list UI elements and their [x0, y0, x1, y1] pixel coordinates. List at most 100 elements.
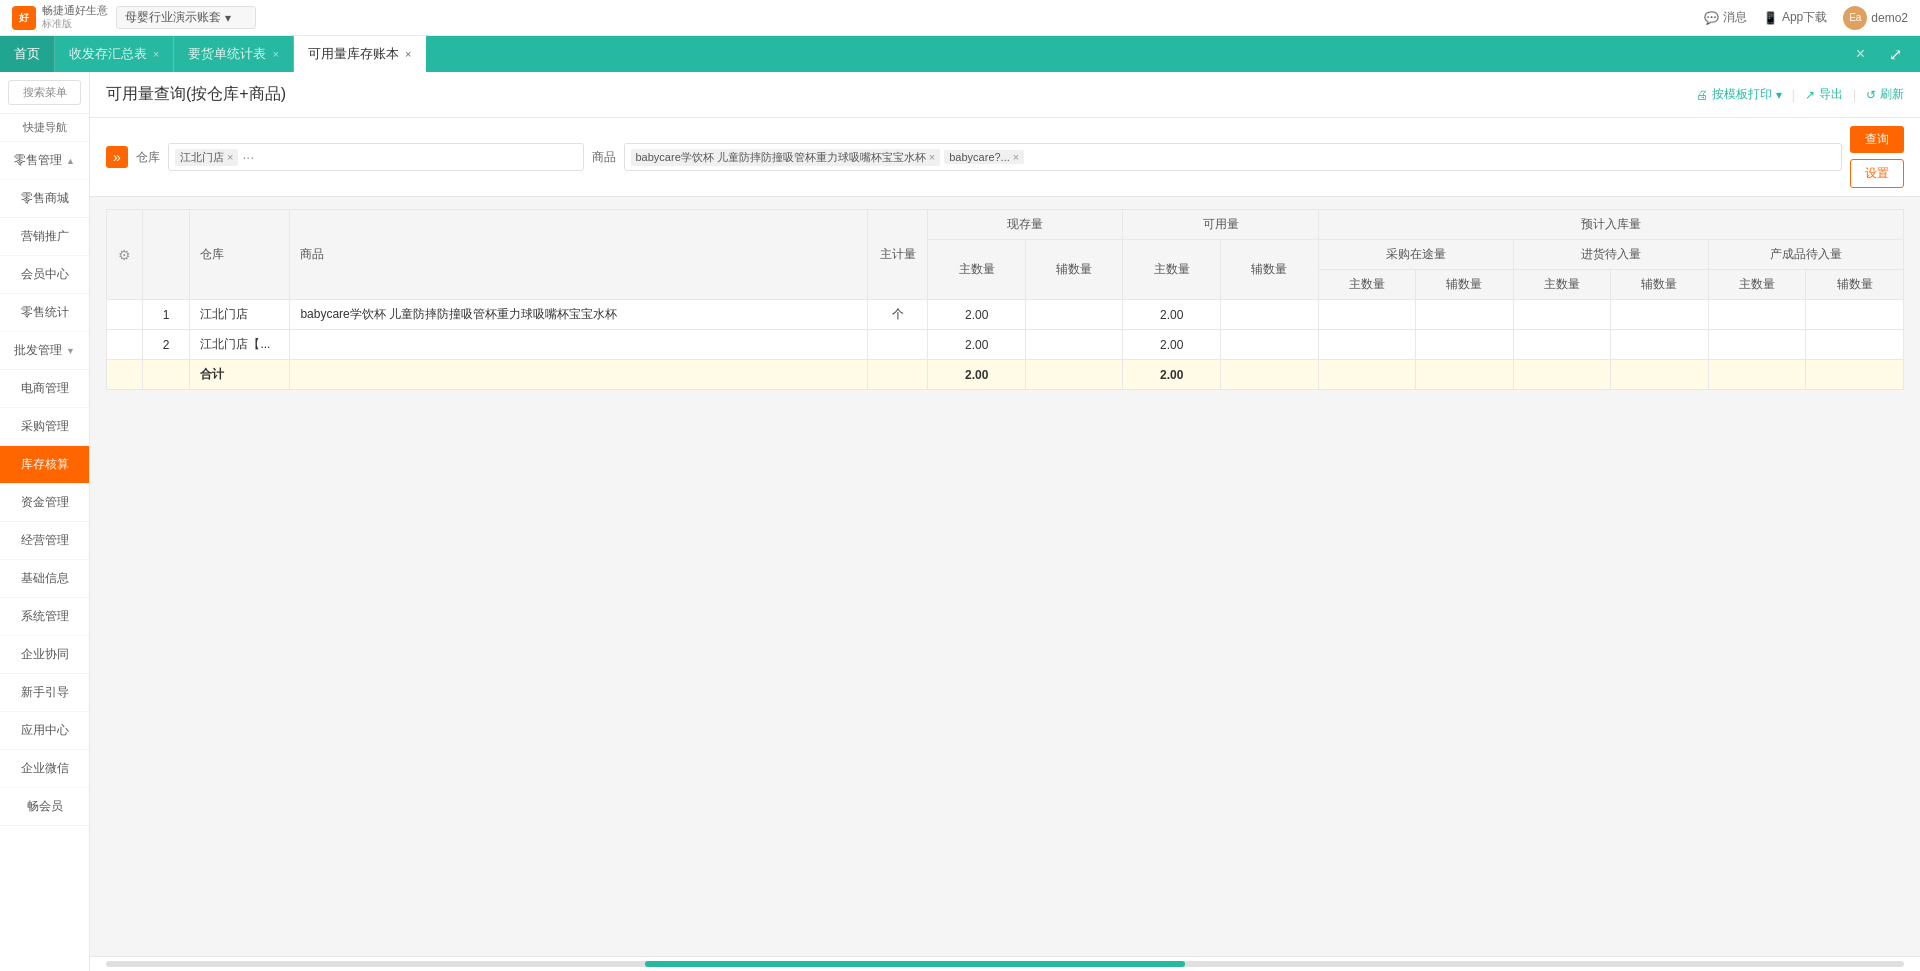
sidebar-item-finance-mgmt[interactable]: 资金管理 [0, 484, 89, 522]
expand-nav-btn[interactable]: ⤢ [1879, 45, 1912, 64]
sidebar-quick-nav[interactable]: 快捷导航 [0, 114, 89, 142]
message-btn[interactable]: 💬 消息 [1704, 9, 1747, 26]
refresh-btn[interactable]: ↺ 刷新 [1866, 86, 1904, 103]
horizontal-scrollbar[interactable] [106, 961, 1904, 967]
row2-purchase-aux [1416, 330, 1514, 360]
row1-current-aux [1025, 300, 1123, 330]
settings-icon[interactable]: ⚙ [118, 247, 131, 263]
sidebar-item-marketing[interactable]: 营销推广 [0, 218, 89, 256]
sidebar-item-vip-member[interactable]: 畅会员 [0, 788, 89, 826]
product-tag-1-remove[interactable]: × [929, 151, 935, 163]
page-header: 可用量查询(按仓库+商品) 🖨 按模板打印 ▾ | ↗ 导出 | ↺ 刷新 [90, 72, 1920, 118]
sidebar-item-purchase-mgmt[interactable]: 采购管理 [0, 408, 89, 446]
product-tag-container: babycare学饮杯 儿童防摔防撞吸管杯重力球吸嘴杯宝宝水杯 × babyca… [624, 143, 1843, 171]
total-available-main: 2.00 [1123, 360, 1221, 390]
col-warehouse-header: 仓库 [190, 210, 290, 300]
tab-home[interactable]: 首页 [0, 36, 55, 72]
sidebar-item-retail-mall-label: 零售商城 [21, 190, 69, 207]
tab-available[interactable]: 可用量库存账本 × [294, 36, 426, 72]
user-info[interactable]: Ea demo2 [1843, 6, 1908, 30]
query-btn[interactable]: 查询 [1850, 126, 1904, 153]
row1-incoming-main [1513, 300, 1611, 330]
row2-current-aux [1025, 330, 1123, 360]
tab-orders[interactable]: 要货单统计表 × [174, 36, 293, 72]
sidebar-item-system-mgmt[interactable]: 系统管理 [0, 598, 89, 636]
row1-purchase-main [1318, 300, 1416, 330]
total-row: 合计 2.00 2.00 [107, 360, 1904, 390]
col-incoming-aux-header: 辅数量 [1611, 270, 1709, 300]
sidebar-item-member-center[interactable]: 会员中心 [0, 256, 89, 294]
avatar: Ea [1843, 6, 1867, 30]
row2-purchase-main [1318, 330, 1416, 360]
sidebar-item-new-guide[interactable]: 新手引导 [0, 674, 89, 712]
sidebar-item-basic-info[interactable]: 基础信息 [0, 560, 89, 598]
logo-icon: 好 [12, 6, 36, 30]
row1-product: babycare学饮杯 儿童防摔防撞吸管杯重力球吸嘴杯宝宝水杯 [290, 300, 868, 330]
sidebar-item-system-mgmt-label: 系统管理 [21, 608, 69, 625]
warehouse-filter-label: 仓库 [136, 149, 160, 166]
app-download-btn[interactable]: 📱 App下载 [1763, 9, 1827, 26]
tab-receipts-close[interactable]: × [153, 48, 159, 60]
tab-orders-close[interactable]: × [272, 48, 278, 60]
total-available-aux [1221, 360, 1319, 390]
close-all-tabs-btn[interactable]: × [1856, 45, 1865, 63]
table-container: ⚙ 仓库 商品 主计量 现存量 可用量 预计入库量 主数量 辅数量 主数量 [90, 197, 1920, 956]
sidebar-item-inventory-check[interactable]: 库存核算 [0, 446, 89, 484]
sidebar-item-ecommerce-mgmt[interactable]: 电商管理 [0, 370, 89, 408]
sidebar-item-wholesale-mgmt-label: 批发管理 [14, 342, 62, 359]
sidebar-item-retail-stats[interactable]: 零售统计 [0, 294, 89, 332]
sidebar-item-enterprise-wechat[interactable]: 企业微信 [0, 750, 89, 788]
sidebar-item-retail-mgmt[interactable]: 零售管理 ▲ [0, 142, 89, 180]
col-product-main-header: 主数量 [1708, 270, 1806, 300]
sidebar-item-enterprise-collab-label: 企业协同 [21, 646, 69, 663]
sidebar-item-wholesale-mgmt[interactable]: 批发管理 ▼ [0, 332, 89, 370]
row2-warehouse: 江北门店【... [190, 330, 290, 360]
sidebar-search-btn[interactable]: 搜索菜单 [8, 80, 81, 105]
col-available-aux-header: 辅数量 [1221, 240, 1319, 300]
filter-expand-btn[interactable]: » [106, 146, 128, 168]
chevron-up-icon: ▲ [66, 156, 75, 166]
col-product-aux-header: 辅数量 [1806, 270, 1904, 300]
col-purchase-main-header: 主数量 [1318, 270, 1416, 300]
total-purchase-main [1318, 360, 1416, 390]
row1-settings [107, 300, 143, 330]
industry-selector[interactable]: 母婴行业演示账套 ▾ [116, 6, 256, 29]
sidebar-search-area: 搜索菜单 [0, 72, 89, 114]
top-bar-left: 好 畅捷通好生意 标准版 母婴行业演示账套 ▾ [12, 4, 256, 31]
total-index [143, 360, 190, 390]
top-bar-right: 💬 消息 📱 App下载 Ea demo2 [1704, 6, 1908, 30]
row1-available-main: 2.00 [1123, 300, 1221, 330]
product-tag-2: babycare?... × [944, 150, 1024, 164]
sidebar-item-enterprise-collab[interactable]: 企业协同 [0, 636, 89, 674]
print-btn[interactable]: 🖨 按模板打印 ▾ [1696, 86, 1782, 103]
sidebar-item-app-center[interactable]: 应用中心 [0, 712, 89, 750]
sidebar-item-retail-mall[interactable]: 零售商城 [0, 180, 89, 218]
col-unit-header: 主计量 [868, 210, 928, 300]
industry-selector-text: 母婴行业演示账套 [125, 9, 221, 26]
col-product-header: 商品 [290, 210, 868, 300]
col-available-main-header: 主数量 [1123, 240, 1221, 300]
product-tag-2-remove[interactable]: × [1013, 151, 1019, 163]
warehouse-tag: 江北门店 × [175, 149, 238, 166]
row2-incoming-main [1513, 330, 1611, 360]
app-name: 畅捷通好生意 [42, 4, 108, 17]
tab-available-close[interactable]: × [405, 48, 411, 60]
header-actions: 🖨 按模板打印 ▾ | ↗ 导出 | ↺ 刷新 [1696, 86, 1904, 103]
total-label: 合计 [190, 360, 290, 390]
tab-receipts[interactable]: 收发存汇总表 × [55, 36, 174, 72]
row2-product-aux [1806, 330, 1904, 360]
setting-btn[interactable]: 设置 [1850, 159, 1904, 188]
col-purchase-transit-header: 采购在途量 [1318, 240, 1513, 270]
row1-index: 1 [143, 300, 190, 330]
total-incoming-main [1513, 360, 1611, 390]
export-btn[interactable]: ↗ 导出 [1805, 86, 1843, 103]
sidebar-item-operation-mgmt[interactable]: 经营管理 [0, 522, 89, 560]
col-available-header: 可用量 [1123, 210, 1318, 240]
total-unit [868, 360, 928, 390]
row1-product-aux [1806, 300, 1904, 330]
warehouse-more-dots[interactable]: ··· [242, 149, 254, 165]
warehouse-tag-remove[interactable]: × [227, 151, 233, 163]
divider2: | [1853, 88, 1856, 102]
warehouse-tag-text: 江北门店 [180, 150, 224, 165]
message-icon: 💬 [1704, 11, 1719, 25]
